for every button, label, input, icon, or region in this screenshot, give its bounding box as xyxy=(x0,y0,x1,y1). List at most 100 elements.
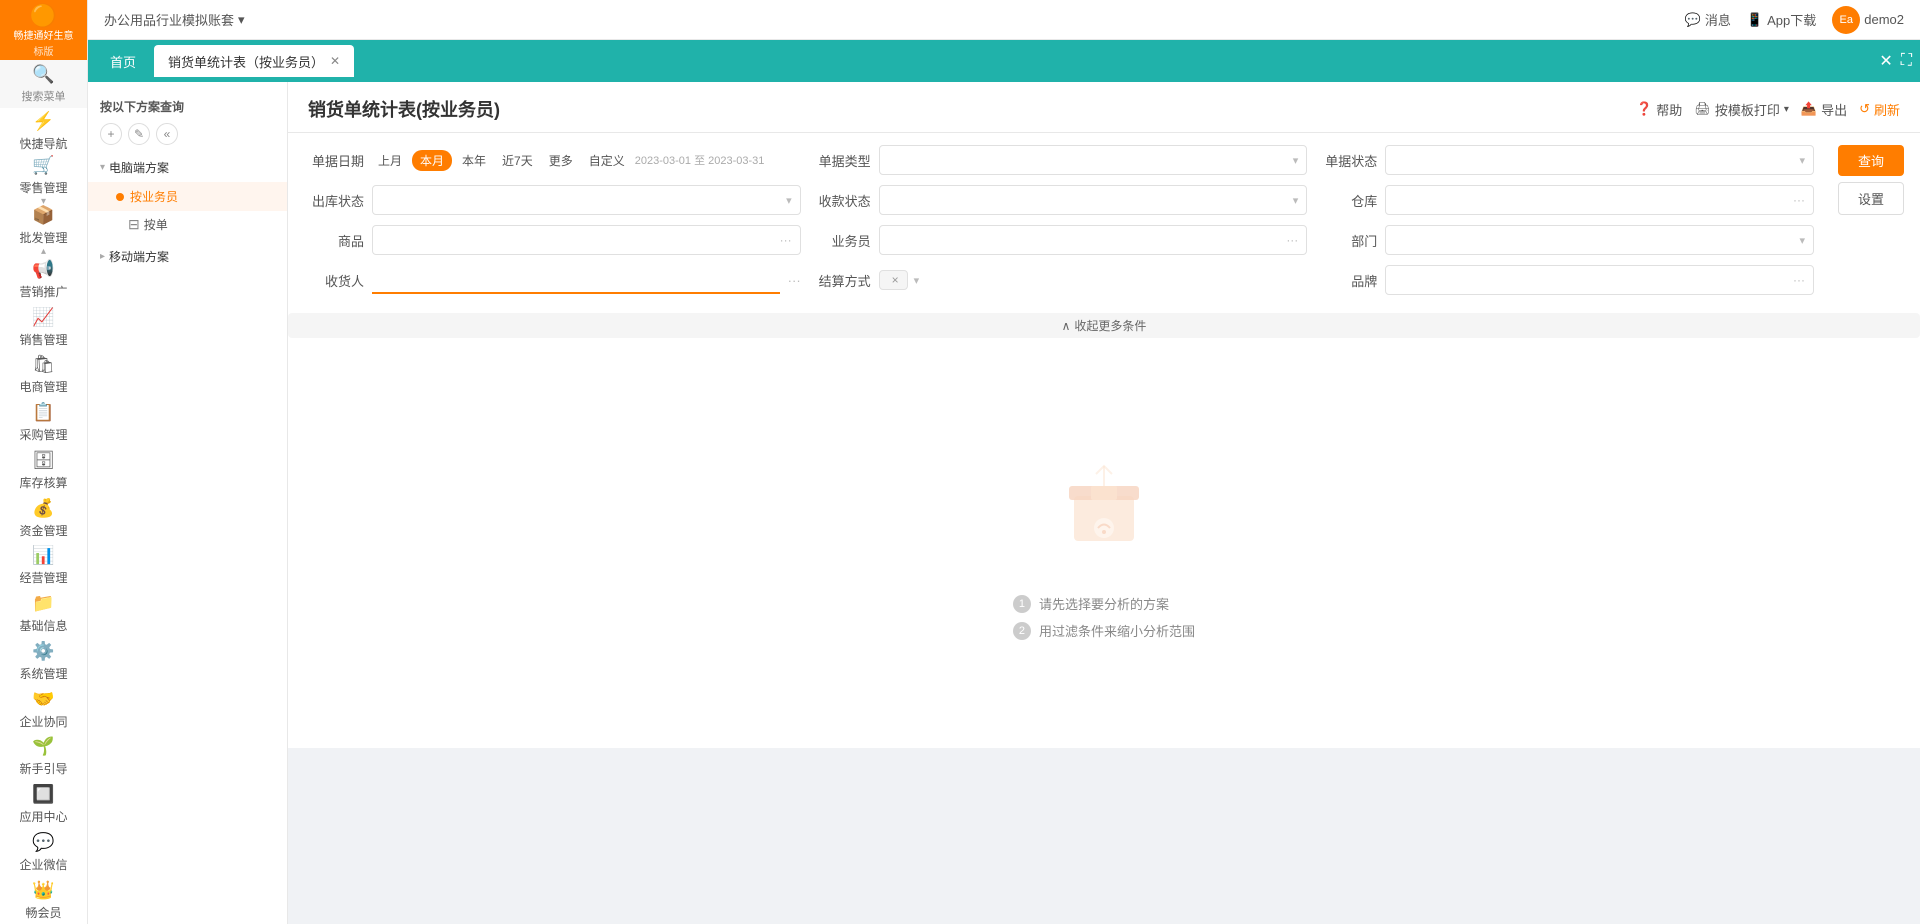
order-status-select[interactable]: ▾ xyxy=(1385,145,1814,175)
tab-home[interactable]: 首页 xyxy=(96,45,150,77)
sidebar-item-newbie[interactable]: 🌱 新手引导 xyxy=(0,733,88,781)
empty-text: 1 请先选择要分析的方案 2 用过滤条件来缩小分析范围 xyxy=(1013,594,1195,640)
filter-salesman-label: 业务员 xyxy=(811,231,871,250)
sidebar-item-retail[interactable]: 🛒 零售管理 ▾ xyxy=(0,156,88,206)
query-button[interactable]: 查询 xyxy=(1838,145,1904,176)
collapse-icon: ∧ xyxy=(1062,319,1071,333)
sidebar-finance-label: 资金管理 xyxy=(19,522,67,539)
brand-select[interactable]: ··· xyxy=(1385,265,1814,295)
sidebar-item-wholesale[interactable]: 📦 批发管理 ▴ xyxy=(0,206,88,256)
page-header: 销货单统计表(按业务员) ❓ 帮助 🖨 按模板打印 ▾ 📤 导出 xyxy=(288,82,1920,133)
print-icon: 🖨 xyxy=(1694,101,1711,117)
sidebar-ecommerce-label: 电商管理 xyxy=(19,378,67,395)
lp-group-mobile-arrow: ▸ xyxy=(100,251,105,262)
receiver-input[interactable] xyxy=(372,266,780,294)
newbie-icon: 🌱 xyxy=(32,736,54,757)
sidebar-item-quicknav[interactable]: ⚡ 快捷导航 xyxy=(0,108,88,156)
sidebar-item-system[interactable]: ⚙️ 系统管理 xyxy=(0,638,88,686)
order-type-arrow: ▾ xyxy=(1293,154,1299,167)
sidebar-item-operations[interactable]: 📊 经营管理 xyxy=(0,542,88,590)
lp-sub-salesman[interactable]: 按业务员 xyxy=(88,182,287,211)
tab-sales-stat[interactable]: 销货单统计表（按业务员） ✕ xyxy=(154,45,354,77)
tabbar-close-btn[interactable]: ✕ xyxy=(1879,51,1892,71)
lp-group-desktop-text: 电脑端方案 xyxy=(109,159,169,176)
sidebar-item-basic[interactable]: 📁 基础信息 xyxy=(0,590,88,638)
date-tab-thisyear[interactable]: 本年 xyxy=(456,150,492,171)
avatar-text: Ea xyxy=(1840,14,1853,26)
lp-edit-btn[interactable]: ✎ xyxy=(128,123,150,145)
sidebar-item-enterprise[interactable]: 🤝 企业协同 xyxy=(0,685,88,733)
refresh-label: 刷新 xyxy=(1874,100,1900,119)
appcenter-icon: 🔲 xyxy=(32,784,54,805)
dept-select[interactable]: ▾ xyxy=(1385,225,1814,255)
lp-group-mobile-label[interactable]: ▸ 移动端方案 xyxy=(88,242,287,271)
outbound-select[interactable]: ▾ xyxy=(372,185,801,215)
filter-row-4: 收货人 ··· 结算方式 × xyxy=(304,265,1814,295)
dept-arrow: ▾ xyxy=(1799,234,1805,247)
sidebar-item-marketing[interactable]: 📢 营销推广 xyxy=(0,256,88,304)
tabbar-maximize-btn[interactable]: ⛶ xyxy=(1901,52,1912,70)
user-avatar-area[interactable]: Ea demo2 xyxy=(1832,6,1904,34)
app-download-btn[interactable]: 📱 App下载 xyxy=(1747,10,1816,29)
basic-icon: 📁 xyxy=(32,593,54,614)
goods-select[interactable]: ··· xyxy=(372,225,801,255)
date-tab-more[interactable]: 更多 xyxy=(543,150,579,171)
outbound-arrow: ▾ xyxy=(786,194,792,207)
date-tab-lastmonth[interactable]: 上月 xyxy=(372,150,408,171)
tab-home-label: 首页 xyxy=(110,52,136,71)
sidebar-search-label: 搜索菜单 xyxy=(22,88,66,104)
sidebar-item-wechat[interactable]: 💬 企业微信 xyxy=(0,829,88,877)
brand-dots: ··· xyxy=(1793,273,1805,287)
app-download-icon: 📱 xyxy=(1747,12,1763,28)
sidebar-item-appcenter[interactable]: 🔲 应用中心 xyxy=(0,781,88,829)
filter-outbound-group: 出库状态 ▾ xyxy=(304,185,801,215)
salesman-select[interactable]: ··· xyxy=(879,225,1308,255)
refresh-btn[interactable]: ↺ 刷新 xyxy=(1859,100,1900,119)
purchase-icon: 📋 xyxy=(32,402,54,423)
search-icon: 🔍 xyxy=(32,64,54,85)
date-tab-7days[interactable]: 近7天 xyxy=(496,150,539,171)
sidebar-item-purchase[interactable]: 📋 采购管理 xyxy=(0,399,88,447)
collapse-more-button[interactable]: ∧ 收起更多条件 xyxy=(288,313,1920,338)
sidebar-system-label: 系统管理 xyxy=(19,665,67,682)
lp-add-btn[interactable]: + xyxy=(100,123,122,145)
filter-settlement-group: 结算方式 × ▾ xyxy=(811,265,1308,295)
lp-sub-order[interactable]: ⊟ 按单 xyxy=(88,211,287,238)
filter-brand-group: 品牌 ··· xyxy=(1317,265,1814,295)
sidebar-item-ecommerce[interactable]: 🛍 电商管理 xyxy=(0,351,88,399)
sidebar-item-finance[interactable]: 💰 资金管理 xyxy=(0,494,88,542)
sidebar-newbie-label: 新手引导 xyxy=(19,760,67,777)
date-tab-thismonth[interactable]: 本月 xyxy=(412,150,452,171)
template-print-btn[interactable]: 🖨 按模板打印 ▾ xyxy=(1694,100,1789,119)
payment-arrow: ▾ xyxy=(1293,194,1299,207)
sidebar-operations-label: 经营管理 xyxy=(19,569,67,586)
message-btn[interactable]: 💬 消息 xyxy=(1685,10,1731,29)
lp-group-desktop-label[interactable]: ▾ 电脑端方案 xyxy=(88,153,287,182)
sidebar-item-sales[interactable]: 📈 销售管理 xyxy=(0,303,88,351)
payment-select[interactable]: ▾ xyxy=(879,185,1308,215)
operations-icon: 📊 xyxy=(32,545,54,566)
settings-button[interactable]: 设置 xyxy=(1838,182,1904,215)
tab-close-icon[interactable]: ✕ xyxy=(330,54,340,68)
help-btn[interactable]: ❓ 帮助 xyxy=(1636,100,1682,119)
lp-collapse-icon: « xyxy=(164,127,171,141)
lp-collapse-btn[interactable]: « xyxy=(156,123,178,145)
sidebar-item-inventory[interactable]: 🗄 库存核算 xyxy=(0,447,88,495)
warehouse-select[interactable]: ··· xyxy=(1385,185,1814,215)
content-area: 按以下方案查询 + ✎ « ▾ 电脑端方案 xyxy=(88,82,1920,924)
tabbar-actions: ✕ ⛶ xyxy=(1879,51,1912,71)
sidebar-item-member[interactable]: 👑 畅会员 xyxy=(0,876,88,924)
workspace-selector[interactable]: 办公用品行业模拟账套 ▾ xyxy=(104,10,245,29)
template-print-arrow: ▾ xyxy=(1784,104,1789,115)
date-tab-custom[interactable]: 自定义 xyxy=(583,150,631,171)
filter-ordertype-label: 单据类型 xyxy=(811,151,871,170)
export-btn[interactable]: 📤 导出 xyxy=(1801,100,1847,119)
sidebar-item-search[interactable]: 🔍 搜索菜单 xyxy=(0,60,88,108)
settlement-tag-close[interactable]: × xyxy=(892,273,899,287)
system-icon: ⚙️ xyxy=(32,641,54,662)
query-buttons-col: 查询 设置 xyxy=(1838,145,1904,215)
wholesale-icon: 📦 xyxy=(32,205,54,226)
filter-payment-label: 收款状态 xyxy=(811,191,871,210)
filter-brand-label: 品牌 xyxy=(1317,271,1377,290)
order-type-select[interactable]: ▾ xyxy=(879,145,1308,175)
